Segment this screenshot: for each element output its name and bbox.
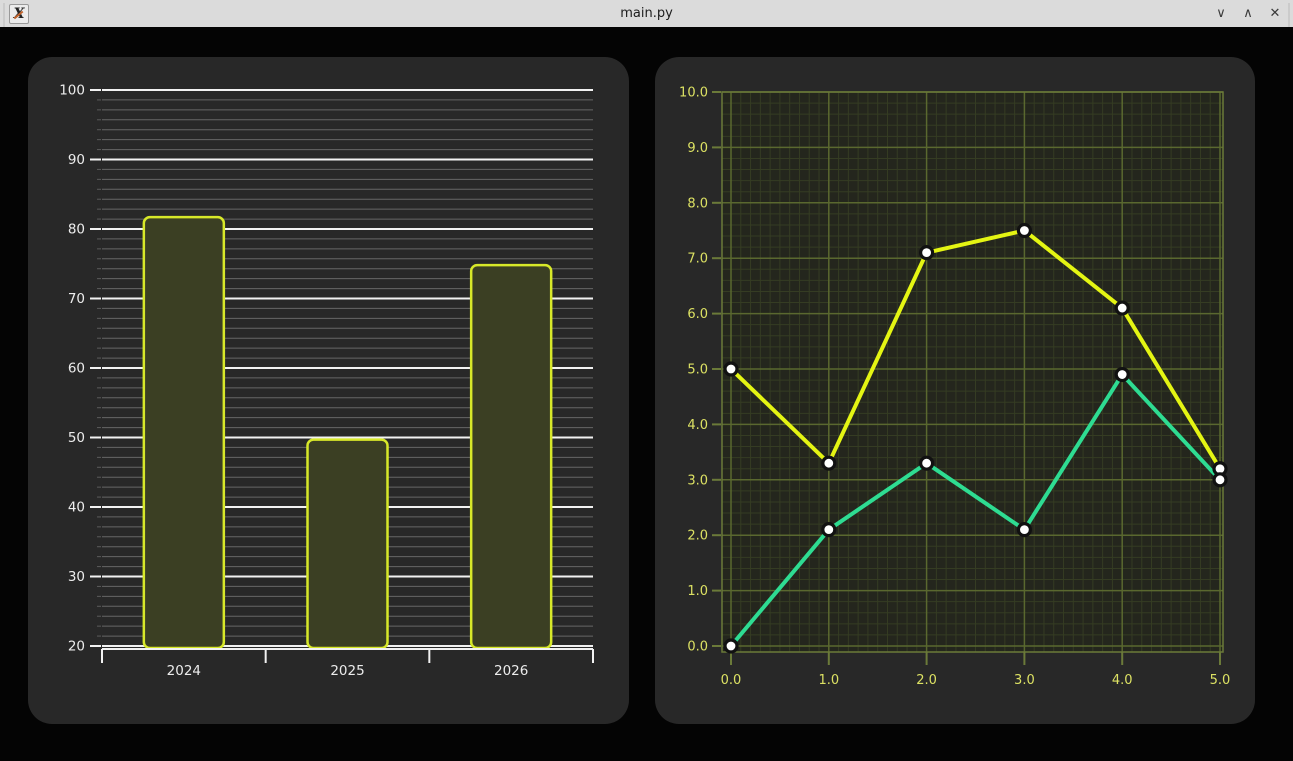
line-chart-ytick-label: 6.0 [687, 307, 708, 322]
green-series-marker [919, 455, 935, 471]
line-chart-ytick-label: 9.0 [687, 141, 708, 156]
line-chart-canvas: 0.0 1.0 2.0 3.0 4.0 5.0 0.0 1.0 2.0 3.0 4.0 5.0 6.0 7… [679, 86, 1231, 689]
bar-chart-ytick-label: 90 [68, 152, 85, 168]
line-chart-ytick-label: 8.0 [687, 196, 708, 211]
green-series-marker [821, 522, 837, 538]
green-series-marker [1114, 366, 1130, 383]
yellow-series-marker [821, 455, 837, 471]
line-chart-ytick-label: 5.0 [687, 363, 708, 378]
bar-chart-canvas: 20 30 40 50 60 70 80 90 100 2024 2025 2026 [59, 83, 594, 679]
bar-chart-ytick-label: 20 [68, 639, 85, 655]
bar-chart-ytick-label: 100 [59, 83, 85, 99]
yellow-series-marker [1114, 300, 1130, 316]
bar-chart-xtick-label: 2025 [330, 663, 364, 679]
line-chart-panel: 0.0 1.0 2.0 3.0 4.0 5.0 0.0 1.0 2.0 3.0 4.0 5.0 6.0 7… [655, 57, 1255, 724]
bar-chart-ytick-label: 50 [68, 430, 85, 446]
bar-chart-ytick-label: 40 [68, 500, 85, 516]
bar-2024 [142, 215, 226, 650]
window-content: 20 30 40 50 60 70 80 90 100 2024 2025 2026 0.0 1.0 2.… [0, 27, 1293, 761]
yellow-series-marker [723, 361, 739, 377]
bar-chart-xtick-label: 2026 [494, 663, 528, 679]
line-chart-xtick-label: 1.0 [818, 673, 839, 688]
bar-chart-ytick-label: 60 [68, 361, 85, 377]
line-chart-ytick-label: 0.0 [687, 640, 708, 655]
line-chart-xtick-label: 0.0 [721, 673, 742, 688]
bar-chart-ytick-label: 30 [68, 569, 85, 585]
yellow-series-marker [919, 245, 935, 261]
line-chart-ytick-label: 10.0 [679, 86, 708, 101]
bar-chart-xtick-label: 2024 [167, 663, 201, 679]
yellow-series-marker [1016, 222, 1032, 239]
line-chart-ytick-label: 7.0 [687, 252, 708, 267]
line-chart-ytick-label: 3.0 [687, 473, 708, 488]
bar-2025 [306, 438, 389, 650]
line-chart-xtick-label: 3.0 [1014, 673, 1035, 688]
line-chart-xtick-label: 4.0 [1112, 673, 1133, 688]
line-chart-ytick-label: 1.0 [687, 584, 708, 599]
line-chart-ytick-label: 4.0 [687, 418, 708, 433]
line-chart-xtick-label: 5.0 [1210, 673, 1231, 688]
line-chart-ytick-label: 2.0 [687, 529, 708, 544]
bar-2026 [469, 263, 553, 650]
green-series-marker [1016, 522, 1032, 538]
green-series-marker [723, 638, 739, 654]
green-series-marker [1212, 472, 1228, 488]
bar-chart-ytick-label: 70 [68, 291, 85, 307]
bar-chart-panel: 20 30 40 50 60 70 80 90 100 2024 2025 2026 [28, 57, 629, 724]
bar-chart-ytick-label: 80 [68, 222, 85, 238]
line-chart-xtick-label: 2.0 [916, 673, 937, 688]
